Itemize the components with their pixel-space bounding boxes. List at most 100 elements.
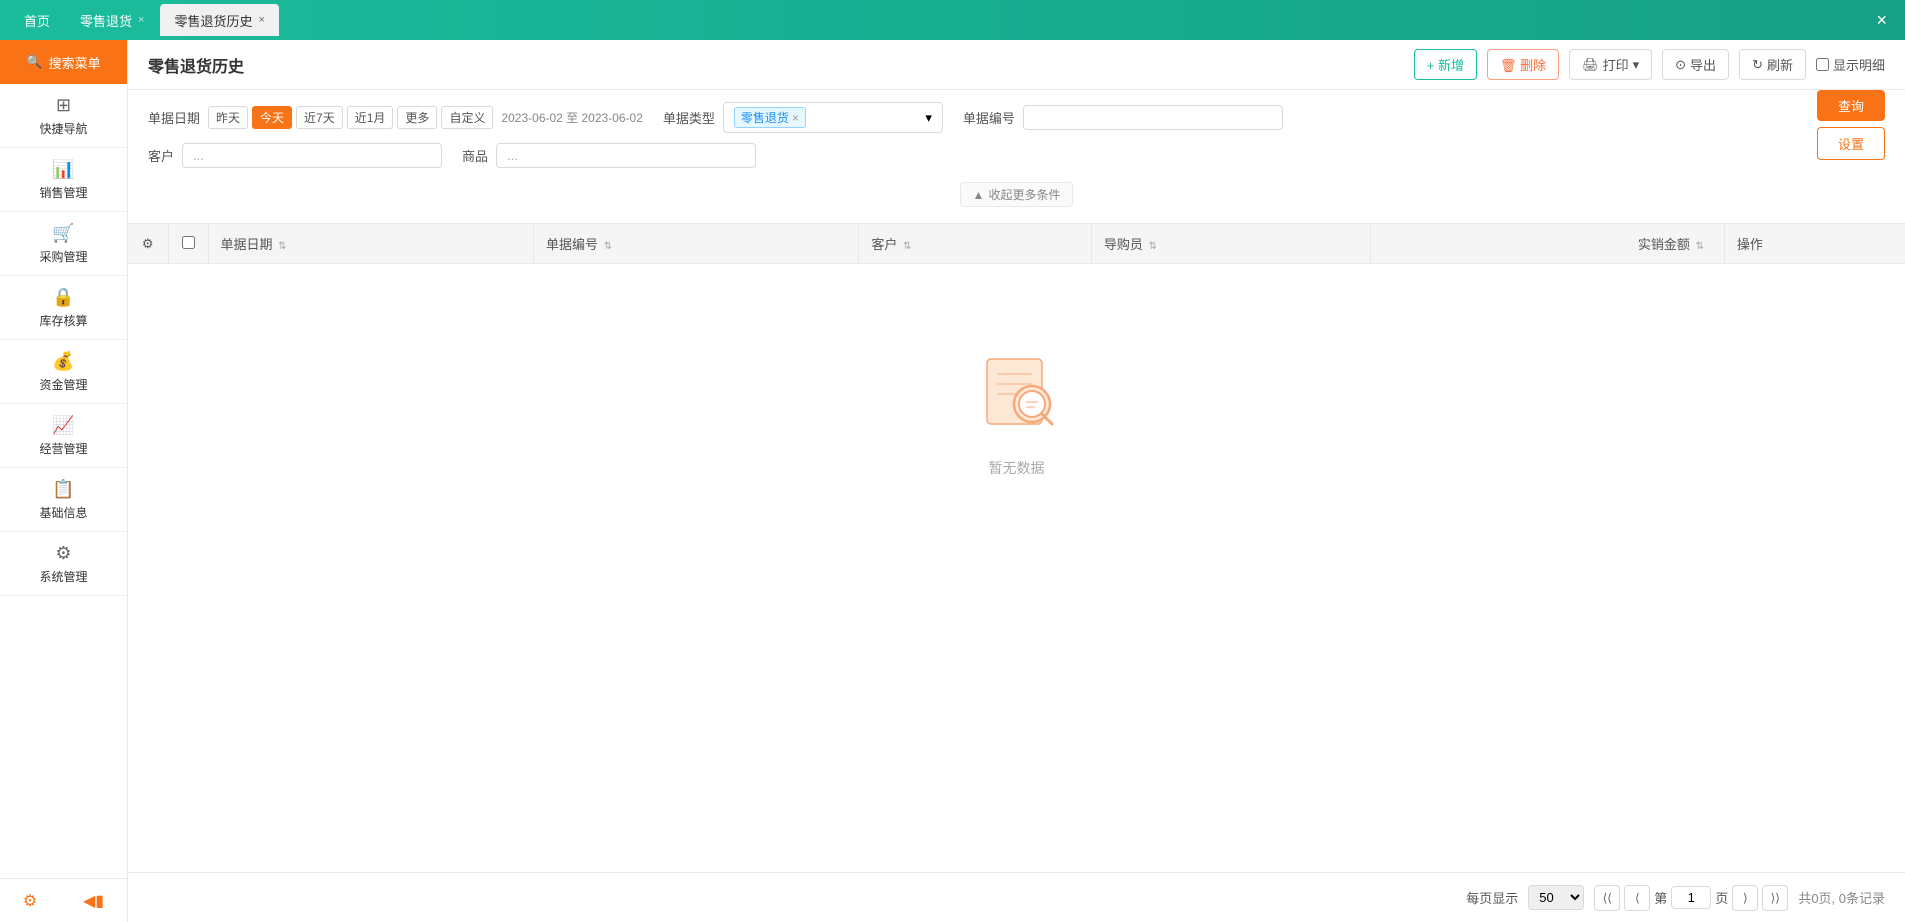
purchase-icon: 🛒 xyxy=(52,223,74,244)
th-customer-sort-icon: ⇅ xyxy=(903,241,911,252)
refresh-label: 刷新 xyxy=(1767,55,1793,74)
page-size-select[interactable]: 20 50 100 xyxy=(1528,885,1584,910)
page-first-btn[interactable]: ⟨⟨ xyxy=(1594,885,1620,911)
collapse-label: 收起更多条件 xyxy=(988,186,1060,203)
top-bar: 首页 零售退货 × 零售退货历史 × × xyxy=(0,0,1905,40)
th-date-sort-icon: ⇅ xyxy=(278,241,286,252)
sidebar-item-system-label: 系统管理 xyxy=(39,568,87,585)
page-label: 页 xyxy=(1715,888,1728,907)
sidebar-item-finance[interactable]: 💰 资金管理 xyxy=(0,340,127,404)
collapse-row: ▲ 收起更多条件 xyxy=(148,178,1885,211)
page-header: 零售退货历史 + 新增 🗑 删除 🖨 打印 ▾ ⊙ 导出 ↻ 刷新 xyxy=(128,40,1905,90)
type-tag-remove[interactable]: × xyxy=(792,111,799,125)
print-button[interactable]: 🖨 打印 ▾ xyxy=(1569,49,1652,80)
sidebar-item-basic-label: 基础信息 xyxy=(39,504,87,521)
number-filter-input[interactable] xyxy=(1023,105,1283,130)
date-btn-more[interactable]: 更多 xyxy=(397,106,437,129)
page-number-input[interactable] xyxy=(1671,886,1711,909)
filter-area: 单据日期 昨天 今天 近7天 近1月 更多 自定义 2023-06-02 至 2… xyxy=(128,90,1905,224)
delete-button[interactable]: 🗑 删除 xyxy=(1487,49,1559,80)
th-number-label: 单据编号 xyxy=(546,237,598,252)
date-btn-custom[interactable]: 自定义 xyxy=(441,106,493,129)
collapse-icon: ▲ xyxy=(973,188,985,202)
inventory-icon: 🔒 xyxy=(52,287,74,308)
date-shortcuts: 昨天 今天 近7天 近1月 更多 自定义 xyxy=(208,106,493,129)
show-detail-label[interactable]: 显示明细 xyxy=(1816,55,1885,74)
print-chevron-icon: ▾ xyxy=(1633,57,1640,73)
empty-illustration xyxy=(967,344,1067,444)
date-btn-7days[interactable]: 近7天 xyxy=(296,106,343,129)
tab-retail-return-history-close[interactable]: × xyxy=(258,14,264,26)
tab-retail-return[interactable]: 零售退货 × xyxy=(66,4,158,36)
date-filter-label: 单据日期 xyxy=(148,108,200,127)
type-tag: 零售退货 × xyxy=(734,107,806,128)
sidebar-settings-btn[interactable]: ⚙ xyxy=(23,891,37,911)
th-customer-label: 客户 xyxy=(871,237,897,252)
tab-retail-return-history-label: 零售退货历史 xyxy=(174,11,252,30)
goods-filter-label: 商品 xyxy=(462,146,488,165)
th-amount[interactable]: 实销金额 ⇅ xyxy=(1370,224,1724,264)
system-icon: ⚙ xyxy=(55,543,71,564)
empty-row: 暂无数据 xyxy=(128,264,1905,559)
type-filter-select[interactable]: 零售退货 × ▾ xyxy=(723,102,943,133)
content-area: 零售退货历史 + 新增 🗑 删除 🖨 打印 ▾ ⊙ 导出 ↻ 刷新 xyxy=(128,40,1905,922)
page-next-btn[interactable]: ⟩ xyxy=(1732,885,1758,911)
add-button[interactable]: + 新增 xyxy=(1414,49,1477,80)
sidebar-item-quick-nav[interactable]: ⊞ 快捷导航 xyxy=(0,84,127,148)
toolbar: + 新增 🗑 删除 🖨 打印 ▾ ⊙ 导出 ↻ 刷新 显示明细 xyxy=(1414,49,1885,80)
sidebar-item-inventory[interactable]: 🔒 库存核算 xyxy=(0,276,127,340)
refresh-button[interactable]: ↻ 刷新 xyxy=(1739,49,1806,80)
tab-retail-return-label: 零售退货 xyxy=(80,11,132,30)
sidebar-item-purchase[interactable]: 🛒 采购管理 xyxy=(0,212,127,276)
collapse-button[interactable]: ▲ 收起更多条件 xyxy=(960,182,1074,207)
sidebar-menu: ⊞ 快捷导航 📊 销售管理 🛒 采购管理 🔒 库存核算 💰 资金管理 📈 xyxy=(0,84,127,878)
table-area: ⚙ 单据日期 ⇅ 单据编号 ⇅ 客户 ⇅ xyxy=(128,224,1905,872)
th-customer[interactable]: 客户 ⇅ xyxy=(859,224,1091,264)
filter-customer: 客户 ... xyxy=(148,143,442,168)
data-table: ⚙ 单据日期 ⇅ 单据编号 ⇅ 客户 ⇅ xyxy=(128,224,1905,558)
empty-state: 暂无数据 xyxy=(128,264,1905,558)
sidebar-item-basic[interactable]: 📋 基础信息 xyxy=(0,468,127,532)
select-all-checkbox[interactable] xyxy=(182,236,195,249)
date-range-display: 2023-06-02 至 2023-06-02 xyxy=(501,109,642,126)
th-number-sort-icon: ⇅ xyxy=(604,241,612,252)
tab-retail-return-history[interactable]: 零售退货历史 × xyxy=(160,4,278,36)
th-check[interactable] xyxy=(168,224,208,264)
table-header-row: ⚙ 单据日期 ⇅ 单据编号 ⇅ 客户 ⇅ xyxy=(128,224,1905,264)
type-tag-text: 零售退货 xyxy=(741,109,789,126)
sidebar-sound-btn[interactable]: ◀▮ xyxy=(83,891,104,911)
query-button[interactable]: 查询 xyxy=(1817,90,1885,121)
th-date[interactable]: 单据日期 ⇅ xyxy=(208,224,533,264)
empty-state-cell: 暂无数据 xyxy=(128,264,1905,559)
filter-type: 单据类型 零售退货 × ▾ xyxy=(663,102,943,133)
tab-home-label: 首页 xyxy=(24,11,50,30)
window-close-btn[interactable]: × xyxy=(1868,6,1895,35)
sidebar-search[interactable]: 🔍 搜索菜单 xyxy=(0,40,127,84)
sidebar-item-operation-label: 经营管理 xyxy=(39,440,87,457)
page-prev-btn[interactable]: ⟨ xyxy=(1624,885,1650,911)
sidebar-item-operation[interactable]: 📈 经营管理 xyxy=(0,404,127,468)
sidebar-item-purchase-label: 采购管理 xyxy=(39,248,87,265)
customer-filter-input[interactable]: ... xyxy=(182,143,442,168)
date-btn-1month[interactable]: 近1月 xyxy=(347,106,394,129)
date-btn-yesterday[interactable]: 昨天 xyxy=(208,106,248,129)
search-icon: 🔍 xyxy=(26,54,42,70)
goods-filter-input[interactable]: ... xyxy=(496,143,756,168)
th-settings[interactable]: ⚙ xyxy=(128,224,168,264)
page-last-btn[interactable]: ⟩⟩ xyxy=(1762,885,1788,911)
type-filter-label: 单据类型 xyxy=(663,108,715,127)
main-layout: 🔍 搜索菜单 ⊞ 快捷导航 📊 销售管理 🛒 采购管理 🔒 库存核算 💰 xyxy=(0,40,1905,922)
th-guide-label: 导购员 xyxy=(1104,237,1143,252)
th-number[interactable]: 单据编号 ⇅ xyxy=(533,224,858,264)
export-button[interactable]: ⊙ 导出 xyxy=(1662,49,1729,80)
print-label: 打印 xyxy=(1603,55,1629,74)
sidebar-item-system[interactable]: ⚙ 系统管理 xyxy=(0,532,127,596)
th-guide[interactable]: 导购员 ⇅ xyxy=(1091,224,1370,264)
tab-retail-return-close[interactable]: × xyxy=(138,14,144,26)
show-detail-checkbox[interactable] xyxy=(1816,58,1829,71)
tab-home[interactable]: 首页 xyxy=(10,4,64,36)
date-btn-today[interactable]: 今天 xyxy=(252,106,292,129)
sidebar-item-sales[interactable]: 📊 销售管理 xyxy=(0,148,127,212)
sidebar-item-quick-nav-label: 快捷导航 xyxy=(39,120,87,137)
filter-settings-button[interactable]: 设置 xyxy=(1817,127,1885,160)
